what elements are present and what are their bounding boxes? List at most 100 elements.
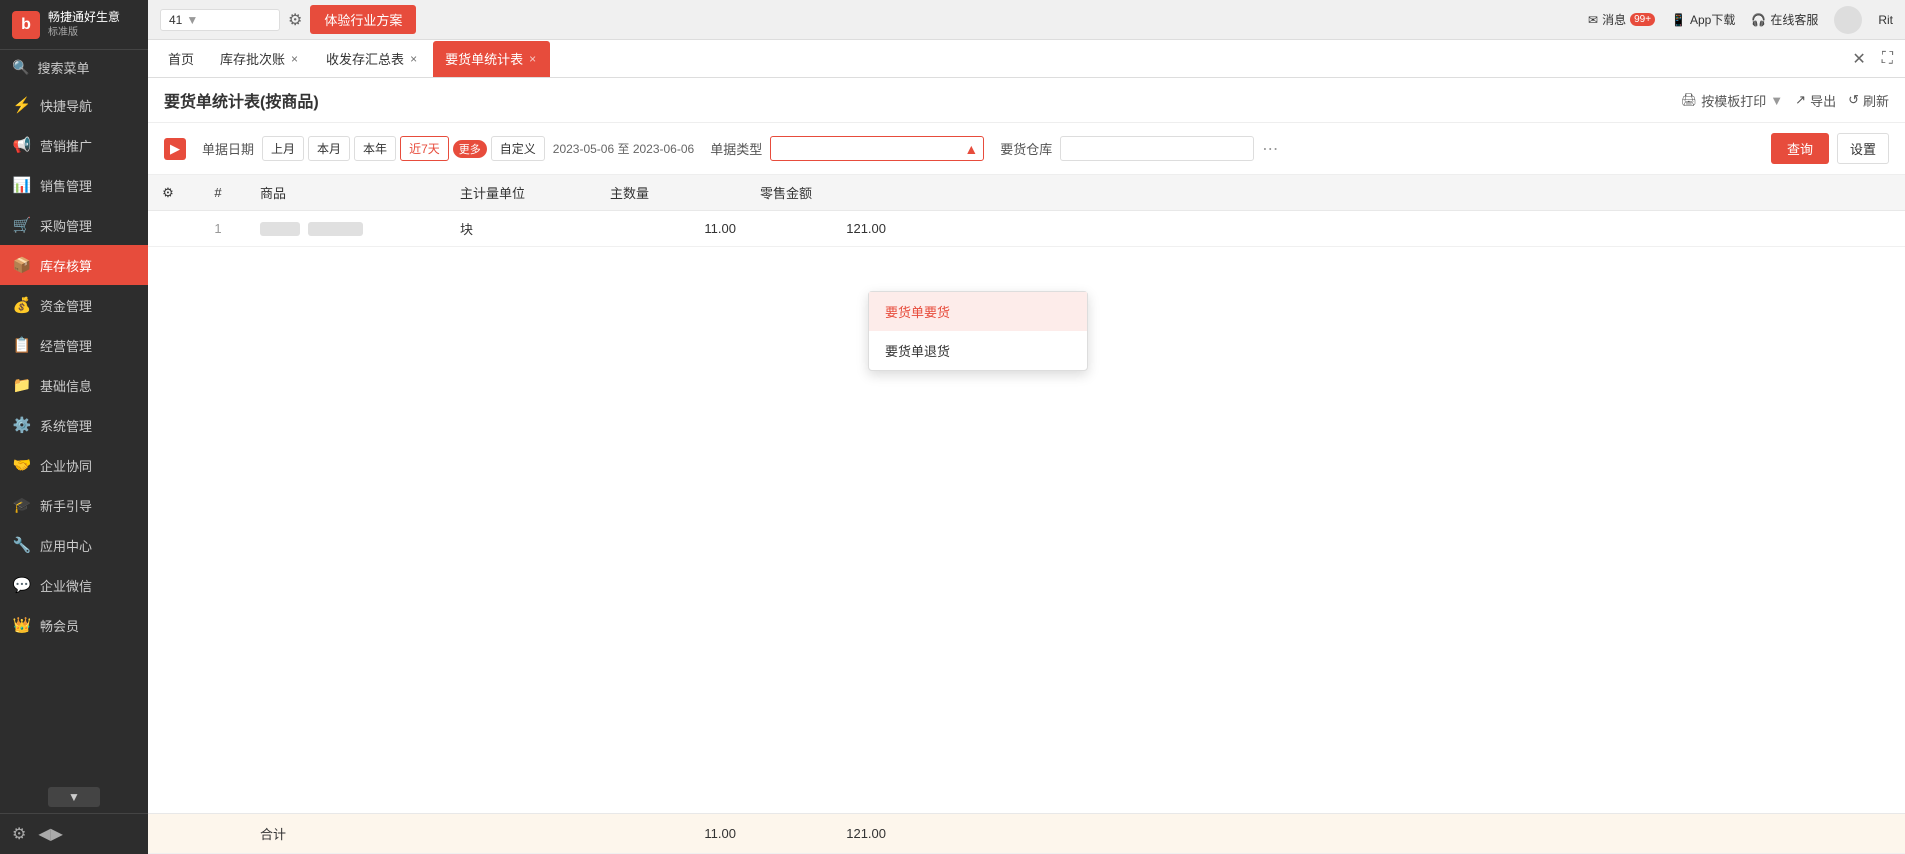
this-year-btn[interactable]: 本年 [354, 136, 396, 161]
tab-close-all-button[interactable]: ✕ [1848, 45, 1869, 73]
user-name: Rit [1878, 13, 1893, 27]
tab-close-inventory-batch[interactable]: × [289, 52, 300, 66]
col-extra [898, 175, 1905, 211]
purchase-icon: 🛒 [12, 215, 32, 235]
print-icon: 🖨 [1681, 92, 1698, 108]
tab-expand-button[interactable]: ⛶ [1878, 46, 1897, 72]
settings-button[interactable]: 设置 [1837, 133, 1889, 164]
type-dropdown: 要货单要货 要货单退货 [868, 291, 1088, 371]
message-icon: ✉ [1588, 13, 1598, 27]
last-7-days-btn[interactable]: 近7天 [400, 136, 449, 161]
type-filter-group: 单据类型 ▲ [710, 136, 984, 161]
cell-amount: 121.00 [748, 211, 898, 247]
search-menu[interactable]: 🔍 搜索菜单 [0, 50, 148, 85]
settings-icon[interactable]: ⚙ [12, 824, 26, 844]
table-footer: 合计 11.00 121.00 [148, 813, 1905, 854]
sidebar-item-basic[interactable]: 📁 基础信息 [0, 365, 148, 405]
app-download-btn[interactable]: 📱 App下载 [1671, 11, 1735, 28]
logo-icon: b [12, 11, 40, 39]
sidebar-item-quick-nav[interactable]: ⚡ 快捷导航 [0, 85, 148, 125]
gear-icon[interactable]: ⚙ [288, 10, 302, 30]
custom-date-btn[interactable]: 自定义 [491, 136, 545, 161]
sidebar-item-inventory[interactable]: 📦 库存核算 [0, 245, 148, 285]
tab-receive-send-summary[interactable]: 收发存汇总表 × [314, 41, 431, 77]
sidebar-item-purchase[interactable]: 🛒 采购管理 [0, 205, 148, 245]
more-options-icon[interactable]: ⋯ [1262, 139, 1278, 159]
chevron-down-print-icon: ▼ [1770, 93, 1783, 108]
sidebar-item-marketing[interactable]: 📢 营销推广 [0, 125, 148, 165]
avatar[interactable] [1834, 6, 1862, 34]
logo-area: b 畅捷通好生意 标准版 [0, 0, 148, 50]
footer-amount: 121.00 [748, 814, 898, 854]
headset-icon: 🎧 [1751, 13, 1766, 27]
cell-product [248, 211, 448, 247]
sidebar-item-system[interactable]: ⚙️ 系统管理 [0, 405, 148, 445]
sidebar-item-apps[interactable]: 🔧 应用中心 [0, 525, 148, 565]
export-button[interactable]: ↗ 导出 [1795, 91, 1836, 110]
tab-inventory-batch[interactable]: 库存批次账 × [208, 41, 312, 77]
guide-icon: 🎓 [12, 495, 32, 515]
warehouse-input[interactable] [1060, 136, 1254, 161]
this-month-btn[interactable]: 本月 [308, 136, 350, 161]
sidebar-item-sales[interactable]: 📊 销售管理 [0, 165, 148, 205]
last-month-btn[interactable]: 上月 [262, 136, 304, 161]
trial-button[interactable]: 体验行业方案 [310, 5, 416, 34]
sidebar-item-enterprise[interactable]: 🤝 企业协同 [0, 445, 148, 485]
topbar-right: ✉ 消息 99+ 📱 App下载 🎧 在线客服 Rit [1588, 6, 1893, 34]
query-button[interactable]: 查询 [1771, 133, 1829, 164]
print-button[interactable]: 🖨 按模板打印 ▼ [1681, 91, 1783, 110]
search-icon: 🔍 [12, 59, 29, 76]
tab-close-receive-send[interactable]: × [408, 52, 419, 66]
cell-settings [148, 211, 188, 247]
product-placeholder-2 [308, 222, 363, 236]
collapse-icon[interactable]: ◀▶ [38, 824, 63, 844]
page-header: 要货单统计表(按商品) 🖨 按模板打印 ▼ ↗ 导出 ↺ 刷新 [148, 78, 1905, 123]
type-input[interactable] [770, 136, 984, 161]
tab-home[interactable]: 首页 [156, 41, 206, 77]
phone-icon: 📱 [1671, 13, 1686, 27]
apps-icon: 🔧 [12, 535, 32, 555]
filter-actions: 查询 设置 [1771, 133, 1889, 164]
system-icon: ⚙️ [12, 415, 32, 435]
sidebar-item-finance[interactable]: 💰 资金管理 [0, 285, 148, 325]
quick-nav-icon: ⚡ [12, 95, 32, 115]
data-table: ⚙ # 商品 主计量单位 主数量 零售金额 [148, 175, 1905, 247]
sidebar-item-member[interactable]: 👑 畅会员 [0, 605, 148, 645]
more-tag[interactable]: 更多 [453, 140, 487, 158]
refresh-icon: ↺ [1848, 92, 1859, 108]
refresh-button[interactable]: ↺ 刷新 [1848, 91, 1889, 110]
messages-btn[interactable]: ✉ 消息 99+ [1588, 11, 1655, 28]
tab-order-stats[interactable]: 要货单统计表 × [433, 41, 550, 77]
tab-close-order-stats[interactable]: × [527, 52, 538, 66]
sales-icon: 📊 [12, 175, 32, 195]
store-selector[interactable]: 41 ▼ [160, 9, 280, 31]
table-area: ⚙ # 商品 主计量单位 主数量 零售金额 [148, 175, 1905, 813]
scroll-down-button[interactable]: ▼ [48, 787, 100, 807]
main-content: 41 ▼ ⚙ 体验行业方案 ✉ 消息 99+ 📱 App下载 🎧 在线客服 Ri… [148, 0, 1905, 854]
cell-quantity: 11.00 [598, 211, 748, 247]
footer-col-unit [448, 814, 598, 854]
filter-expand-button[interactable]: ▶ [164, 138, 186, 160]
col-quantity: 主数量 [598, 175, 748, 211]
footer-col-rownum [188, 814, 248, 854]
page-actions: 🖨 按模板打印 ▼ ↗ 导出 ↺ 刷新 [1681, 91, 1889, 110]
scroll-btn-container: ▼ [0, 781, 148, 813]
dropdown-item-order-return[interactable]: 要货单退货 [869, 331, 1087, 370]
cell-row-num: 1 [188, 211, 248, 247]
sidebar-item-wechat[interactable]: 💬 企业微信 [0, 565, 148, 605]
footer-label: 合计 [248, 814, 448, 854]
col-settings[interactable]: ⚙ [148, 175, 188, 211]
tabs-bar-right: ✕ ⛶ [1848, 45, 1897, 73]
dropdown-item-order-goods[interactable]: 要货单要货 [869, 292, 1087, 331]
tabs-bar: 首页 库存批次账 × 收发存汇总表 × 要货单统计表 × ✕ ⛶ [148, 40, 1905, 78]
export-icon: ↗ [1795, 92, 1806, 108]
footer-row: 合计 11.00 121.00 [148, 814, 1905, 854]
cell-extra [898, 211, 1905, 247]
sidebar-item-operations[interactable]: 📋 经营管理 [0, 325, 148, 365]
footer-col-settings [148, 814, 188, 854]
col-amount: 零售金额 [748, 175, 898, 211]
operations-icon: 📋 [12, 335, 32, 355]
online-service-btn[interactable]: 🎧 在线客服 [1751, 11, 1818, 28]
sidebar-item-guide[interactable]: 🎓 新手引导 [0, 485, 148, 525]
col-row-num: # [188, 175, 248, 211]
